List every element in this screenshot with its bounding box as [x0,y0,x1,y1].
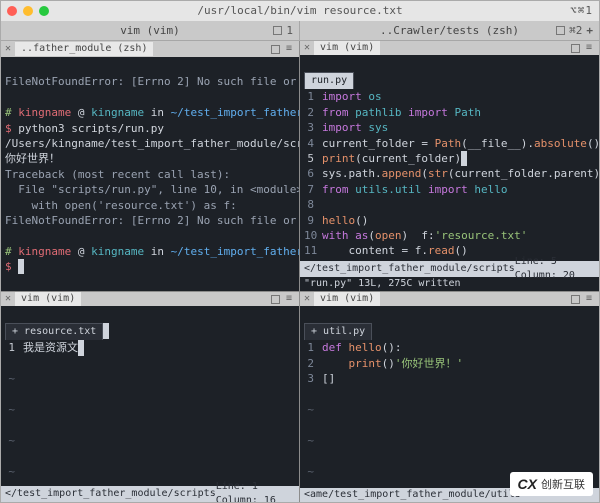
split-icon [556,26,565,35]
tab-badge: 1 [273,23,293,38]
gutter: 1 [304,340,322,355]
menu-icon[interactable]: ≡ [583,41,595,55]
split-icon[interactable] [571,295,580,304]
error-line: FileNotFoundError: [Errno 2] No such fil… [5,75,299,88]
error-line: FileNotFoundError: [Errno 2] No such fil… [5,214,299,227]
code-line: 1def hello(): [304,340,595,355]
status-path: <ame/test_import_father_module/utils [304,488,521,502]
gutter: 3 [304,371,322,386]
pane-bottom-right[interactable]: ✕ vim (vim) ≡ + util.py 1def hello():2 p… [300,292,599,502]
gutter: 1 [304,89,322,104]
split-icon[interactable] [571,44,580,53]
terminal-window: /usr/local/bin/vim resource.txt ⌥⌘1 vim … [0,0,600,503]
status-path: </test_import_father_module/scripts [5,487,216,501]
pane-tabs: ✕ vim (vim) ≡ [1,292,299,306]
code-line: 5print(current_folder) [304,151,595,166]
split-icon[interactable] [271,45,280,54]
pane-bottom-left[interactable]: ✕ vim (vim) ≡ + resource.txt 1我是资源文 ~ ~ … [1,292,300,502]
tab-label: ..Crawler/tests (zsh) [380,23,519,38]
status-path: </test_import_father_module/scripts [304,262,515,276]
traceback: Traceback (most recent call last): [5,168,230,181]
close-icon[interactable]: ✕ [300,292,314,306]
code-line: 8 [304,197,595,212]
code-line: 2 print()'你好世界！' [304,356,595,371]
gutter: 3 [304,120,322,135]
file-tab[interactable]: + resource.txt [5,323,103,340]
pane-top-left[interactable]: ✕ ..father_module (zsh) ≡ FileNotFoundEr… [1,41,300,292]
code-line: 3[] [304,371,595,386]
pane-tabs: ✕ vim (vim) ≡ [300,41,599,55]
cursor [103,323,109,338]
code-line: 2from pathlib import Path [304,105,595,120]
code-line: 7from utils.util import hello [304,182,595,197]
close-icon[interactable]: ✕ [1,42,15,56]
status-bar: <ame/test_import_father_module/utils [300,488,599,502]
gutter: 6 [304,166,322,181]
tab-badge: ⌘2+ [556,23,593,38]
editor[interactable]: + util.py 1def hello():2 print()'你好世界！'3… [300,306,599,488]
status-bar: </test_import_father_module/scripts Line… [300,261,599,277]
minimize-window-button[interactable] [23,6,33,16]
text-line: 我是资源文 [23,340,295,355]
window-title: /usr/local/bin/vim resource.txt [1,3,599,18]
vim-message: "run.py" 13L, 275C written [300,277,599,291]
code-line: 4current_folder = Path(__file__).absolut… [304,136,595,151]
tab-bar: vim (vim) 1 ..Crawler/tests (zsh) ⌘2+ [1,21,599,41]
pane-top-right[interactable]: ✕ vim (vim) ≡ run.py 1import os2from pat… [300,41,599,292]
gutter: 5 [304,151,322,166]
tab-crawler[interactable]: ..Crawler/tests (zsh) ⌘2+ [300,21,599,40]
editor[interactable]: run.py 1import os2from pathlib import Pa… [300,55,599,261]
code-line: 9hello() [304,213,595,228]
editor[interactable]: + resource.txt 1我是资源文 ~ ~ ~ ~ ~ ~ ~ ~ ~ [1,306,299,486]
tab-label: vim (vim) [120,23,180,38]
window-controls [7,6,49,16]
file-tab[interactable]: run.py [304,72,354,89]
close-icon[interactable]: ✕ [300,41,314,55]
titlebar: /usr/local/bin/vim resource.txt ⌥⌘1 [1,1,599,21]
close-window-button[interactable] [7,6,17,16]
window-shortcut-hint: ⌥⌘1 [570,3,593,18]
pane-grid: ✕ ..father_module (zsh) ≡ FileNotFoundEr… [1,41,599,502]
pane-tab-label[interactable]: vim (vim) [314,41,380,55]
gutter: 2 [304,105,322,120]
code-line: 10with as(open) f:'resource.txt' [304,228,595,243]
stdout: /Users/kingname/test_import_father_modul… [5,137,299,150]
code-line: 3import sys [304,120,595,135]
pane-tab-label[interactable]: vim (vim) [314,292,380,306]
pane-tab-label[interactable]: ..father_module (zsh) [15,42,153,56]
maximize-window-button[interactable] [39,6,49,16]
code-line: 6sys.path.append(str(current_folder.pare… [304,166,595,181]
pane-tab-label[interactable]: vim (vim) [15,292,81,306]
split-icon [273,26,282,35]
gutter: 10 [304,228,322,243]
pane-tabs: ✕ vim (vim) ≡ [300,292,599,306]
tab-vim[interactable]: vim (vim) 1 [1,21,300,40]
gutter: 9 [304,213,322,228]
command: python3 scripts/run.py [18,122,164,135]
gutter: 11 [304,243,322,258]
gutter: 1 [5,340,23,355]
status-bar: </test_import_father_module/scripts Line… [1,486,299,502]
gutter: 2 [304,356,322,371]
menu-icon[interactable]: ≡ [283,292,295,306]
close-icon[interactable]: ✕ [1,292,15,306]
cursor [18,259,24,274]
cursor-position: Line: 1 Column: 16 [216,480,295,502]
split-icon[interactable] [271,295,280,304]
stdout: 你好世界！ [5,152,60,165]
gutter: 7 [304,182,322,197]
gutter: 8 [304,197,322,212]
new-tab-icon[interactable]: + [586,23,593,38]
terminal-output[interactable]: FileNotFoundError: [Errno 2] No such fil… [1,57,299,291]
code-line: 1import os [304,89,595,104]
gutter: 4 [304,136,322,151]
menu-icon[interactable]: ≡ [283,42,295,56]
pane-tabs: ✕ ..father_module (zsh) ≡ [1,41,299,57]
menu-icon[interactable]: ≡ [583,292,595,306]
file-tab[interactable]: + util.py [304,323,372,340]
